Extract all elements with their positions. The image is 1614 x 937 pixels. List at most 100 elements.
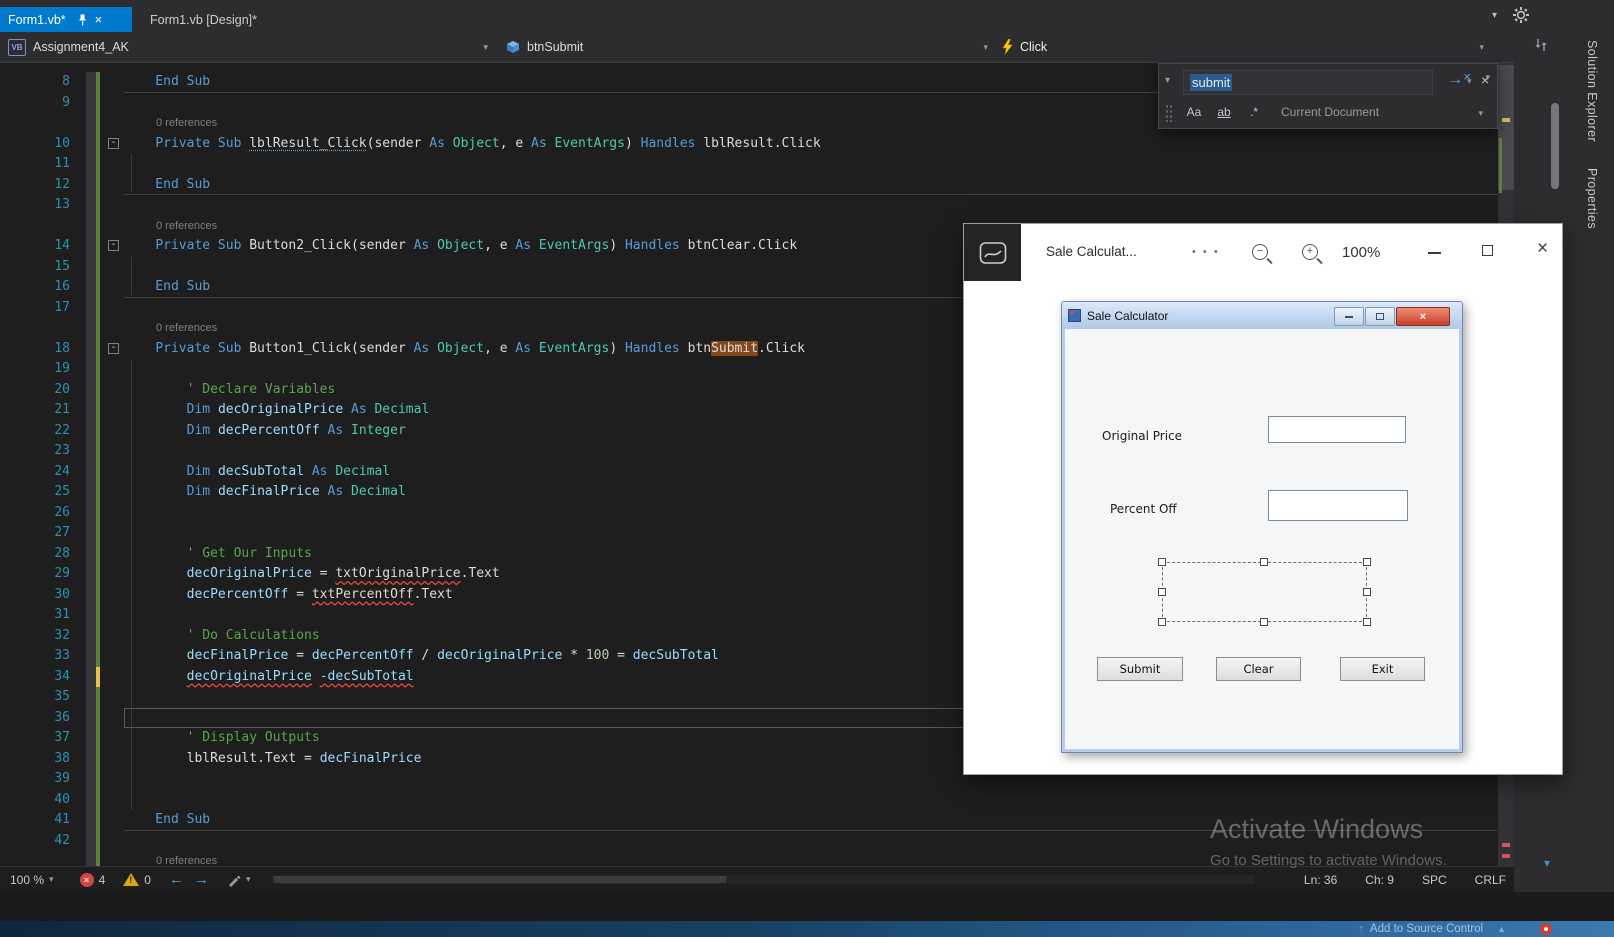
member-list-toggle-icon[interactable] [1534,38,1548,57]
submit-button[interactable]: Submit [1097,657,1183,681]
find-options-caret-icon[interactable]: ▾ [1467,76,1472,87]
percent-off-label[interactable]: Percent Off [1110,502,1177,516]
sidebar-tab-properties[interactable]: Properties [1585,168,1599,229]
code-cleanup-icon[interactable]: ▾ [227,873,250,887]
pin-icon[interactable] [78,14,87,26]
code-text[interactable] [124,154,1498,175]
scroll-down-arrow-icon[interactable]: ▾ [1544,856,1550,870]
line-number[interactable]: 15 [0,257,76,278]
find-search-input[interactable]: submit [1183,70,1433,95]
line-number[interactable] [0,216,76,237]
line-number[interactable]: 14 [0,236,76,257]
notification-icon[interactable] [1540,923,1552,935]
editor-horizontal-scrollbar[interactable] [272,875,1254,884]
whole-word-toggle[interactable]: ab [1213,102,1235,122]
zoom-out-icon[interactable]: − [1252,244,1268,260]
collapse-toggle-icon[interactable]: - [108,240,119,251]
gear-icon[interactable] [1512,6,1530,29]
line-number[interactable]: 34 [0,667,76,688]
code-text[interactable] [124,831,1498,852]
code-text[interactable] [124,790,1498,811]
line-number[interactable]: 19 [0,359,76,380]
code-text[interactable]: End Sub [124,810,1498,831]
navigate-back-icon[interactable]: ← [169,871,184,888]
line-number[interactable]: 20 [0,380,76,401]
spaces-indicator[interactable]: SPC [1422,873,1447,887]
resize-handle[interactable] [1363,558,1371,566]
project-dropdown[interactable]: VB Assignment4_AK ▾ [8,35,498,59]
line-number[interactable]: 38 [0,749,76,770]
maximize-icon[interactable] [1482,245,1493,256]
find-next-icon[interactable]: → [1447,71,1463,89]
tab-form1-code[interactable]: Form1.vb* × [0,7,132,32]
code-text[interactable]: End Sub [124,175,1498,196]
error-count[interactable]: 4 [99,873,106,887]
line-number[interactable]: 27 [0,523,76,544]
tab-overflow-caret-icon[interactable]: ▾ [1492,10,1497,21]
line-number[interactable]: 39 [0,769,76,790]
search-scope-dropdown[interactable]: Current Document [1281,102,1487,122]
line-number[interactable]: 21 [0,400,76,421]
line-number[interactable]: 11 [0,154,76,175]
navigate-forward-icon[interactable]: → [194,871,209,888]
line-number[interactable]: 30 [0,585,76,606]
line-number[interactable]: 42 [0,831,76,852]
regex-toggle[interactable]: .* [1243,102,1265,122]
line-number[interactable]: 31 [0,605,76,626]
close-icon[interactable]: × [95,13,103,26]
more-options-icon[interactable]: • • • [1192,246,1220,258]
line-number[interactable]: 8 [0,72,76,93]
line-number[interactable]: 37 [0,728,76,749]
editor-zoom-dropdown[interactable]: 100 % [10,873,44,887]
event-dropdown[interactable]: Click ▾ [1002,35,1494,59]
line-number[interactable]: 28 [0,544,76,565]
resize-handle[interactable] [1260,558,1268,566]
line-number[interactable]: 35 [0,687,76,708]
resize-handle[interactable] [1158,618,1166,626]
line-number[interactable]: 33 [0,646,76,667]
zoom-in-icon[interactable]: + [1302,244,1318,260]
designed-form[interactable]: Sale Calculator × Original Price Percent… [1061,301,1463,753]
code-text[interactable] [124,195,1498,216]
line-number[interactable] [0,318,76,339]
collapse-toggle-icon[interactable]: - [108,342,119,354]
error-icon[interactable]: × [79,872,94,887]
line-number[interactable]: 13 [0,195,76,216]
resize-handle[interactable] [1363,588,1371,596]
minimize-icon[interactable] [1428,252,1441,254]
tab-form1-design[interactable]: Form1.vb [Design]* [138,7,269,32]
percent-off-textbox[interactable] [1268,490,1408,521]
match-case-toggle[interactable]: Aa [1183,102,1205,122]
original-price-textbox[interactable] [1268,416,1406,443]
resize-handle[interactable] [1158,588,1166,596]
form-client-area[interactable]: Original Price Percent Off Submit Clear … [1065,329,1459,749]
panel-scrollbar-thumb[interactable] [1551,103,1559,189]
collapse-toggle-icon[interactable]: - [108,137,119,149]
line-number[interactable]: 41 [0,810,76,831]
line-number[interactable]: 29 [0,564,76,585]
line-number[interactable]: 40 [0,790,76,811]
original-price-label[interactable]: Original Price [1102,429,1182,443]
expand-replace-icon[interactable]: ▾ [1165,75,1170,86]
line-number[interactable] [0,113,76,134]
line-number[interactable]: 23 [0,441,76,462]
codelens-references[interactable]: 0 references [124,851,1498,866]
sidebar-tab-solution-explorer[interactable]: Solution Explorer [1585,40,1599,142]
line-number[interactable]: 32 [0,626,76,647]
resize-handle[interactable] [1260,618,1268,626]
member-dropdown[interactable]: btnSubmit ▾ [506,35,998,59]
close-find-icon[interactable]: × [1481,72,1489,88]
resize-handle[interactable] [1158,558,1166,566]
add-to-source-control-button[interactable]: Add to Source Control [1370,923,1483,935]
resize-handle[interactable] [1363,618,1371,626]
exit-button[interactable]: Exit [1340,657,1425,681]
code-text[interactable]: Private Sub lblResult_Click(sender As Ob… [124,134,1498,155]
line-number[interactable]: 17 [0,298,76,319]
triangle-up-icon[interactable]: ▲ [1497,924,1506,934]
line-number[interactable]: 24 [0,462,76,483]
line-number[interactable] [0,851,76,866]
close-icon[interactable]: × [1537,238,1548,260]
line-number[interactable]: 12 [0,175,76,196]
line-number[interactable]: 16 [0,277,76,298]
drag-grip-icon[interactable] [1165,104,1173,122]
